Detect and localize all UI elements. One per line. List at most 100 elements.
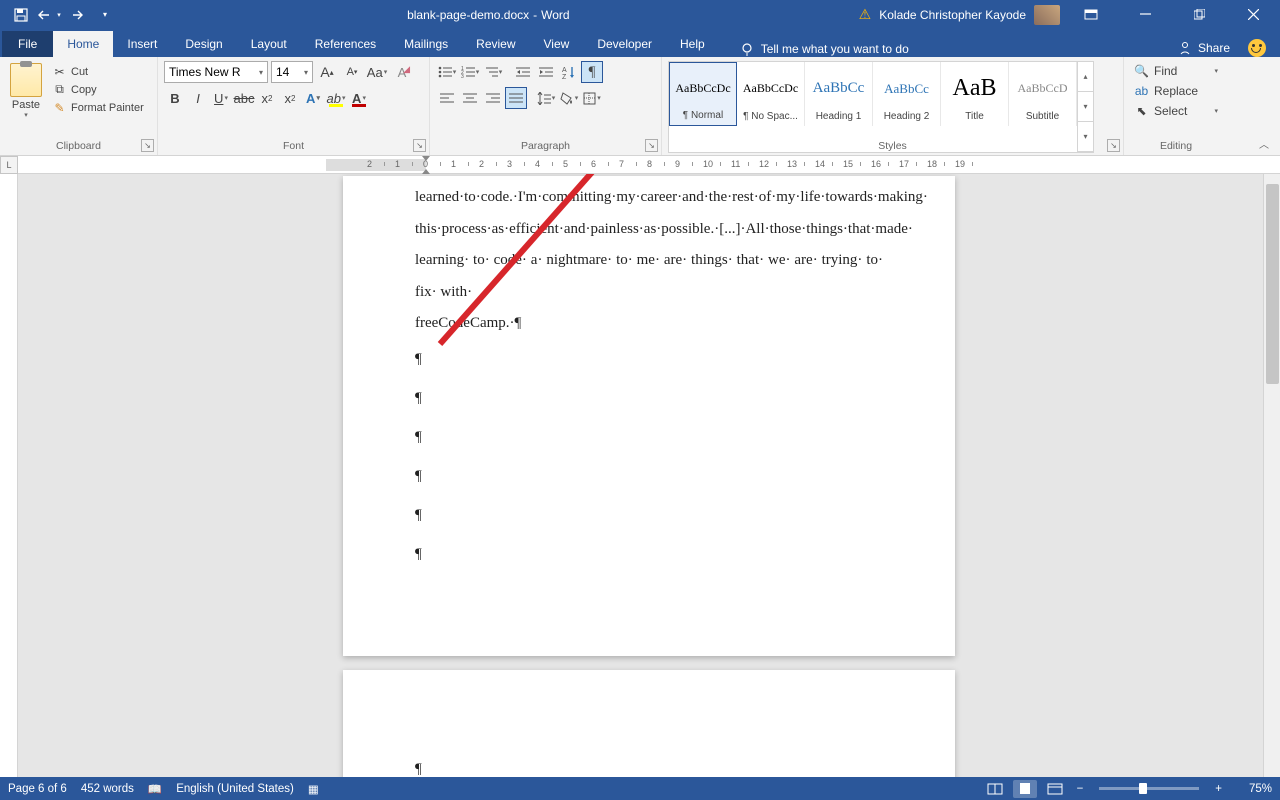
tab-file[interactable]: File (2, 31, 53, 57)
zoom-slider[interactable] (1099, 787, 1199, 790)
replace-button[interactable]: abReplace (1130, 81, 1222, 100)
clipboard-dialog-launcher[interactable]: ↘ (141, 139, 154, 152)
underline-button[interactable]: U▾ (210, 87, 232, 109)
minimize-button[interactable] (1122, 0, 1168, 29)
numbering-button[interactable]: 123▾ (459, 61, 481, 83)
styles-dialog-launcher[interactable]: ↘ (1107, 139, 1120, 152)
text-effects-button[interactable]: A▾ (302, 87, 324, 109)
bullets-button[interactable]: ▾ (436, 61, 458, 83)
close-button[interactable] (1230, 0, 1276, 29)
shrink-font-button[interactable]: A▾ (341, 61, 363, 83)
maximize-button[interactable] (1176, 0, 1222, 29)
style-heading-1[interactable]: AaBbCcHeading 1 (805, 62, 873, 126)
tab-developer[interactable]: Developer (583, 31, 666, 57)
gallery-up[interactable]: ▴ (1078, 62, 1093, 92)
word-count[interactable]: 452 words (81, 783, 134, 795)
style-subtitle[interactable]: AaBbCcDSubtitle (1009, 62, 1077, 126)
tab-view[interactable]: View (530, 31, 584, 57)
feedback-button[interactable] (1248, 39, 1266, 57)
multilevel-list-button[interactable]: ▾ (482, 61, 504, 83)
highlight-button[interactable]: ab▾ (325, 87, 347, 109)
find-button[interactable]: 🔍Find▾ (1130, 61, 1222, 80)
justify-button[interactable] (505, 87, 527, 109)
clear-formatting-button[interactable]: A◢ (391, 61, 413, 83)
paragraph-mark[interactable]: ¶ (415, 457, 883, 496)
spellcheck-icon[interactable]: 📖 (148, 782, 162, 796)
paragraph-dialog-launcher[interactable]: ↘ (645, 139, 658, 152)
doc-line[interactable]: learning· to· code· a· nightmare· to· me… (415, 245, 883, 308)
change-case-button[interactable]: Aa▾ (366, 61, 388, 83)
tab-references[interactable]: References (301, 31, 390, 57)
share-button[interactable]: Share (1178, 41, 1230, 56)
macro-indicator[interactable]: ▦ (308, 782, 319, 796)
align-right-button[interactable] (482, 87, 504, 109)
save-button[interactable] (8, 2, 34, 28)
vertical-ruler[interactable] (0, 174, 18, 797)
subscript-button[interactable]: x2 (256, 87, 278, 109)
superscript-button[interactable]: x2 (279, 87, 301, 109)
undo-button[interactable]: ▾ (36, 2, 62, 28)
decrease-indent-button[interactable] (512, 61, 534, 83)
zoom-level[interactable]: 75% (1232, 783, 1272, 795)
gallery-down[interactable]: ▾ (1078, 92, 1093, 122)
font-color-button[interactable]: A▾ (348, 87, 370, 109)
doc-line[interactable]: freeCodeCamp.·¶ (415, 308, 883, 340)
style---normal[interactable]: AaBbCcDc¶ Normal (669, 62, 737, 126)
tab-help[interactable]: Help (666, 31, 719, 57)
language-indicator[interactable]: English (United States) (176, 783, 294, 795)
italic-button[interactable]: I (187, 87, 209, 109)
bold-button[interactable]: B (164, 87, 186, 109)
web-layout-button[interactable] (1043, 780, 1067, 798)
tab-insert[interactable]: Insert (113, 31, 171, 57)
shading-button[interactable]: ▾ (558, 87, 580, 109)
font-name-combo[interactable]: Times New R▾ (164, 61, 268, 83)
zoom-slider-thumb[interactable] (1139, 783, 1147, 794)
style-heading-2[interactable]: AaBbCcHeading 2 (873, 62, 941, 126)
grow-font-button[interactable]: A▴ (316, 61, 338, 83)
zoom-out-button[interactable]: − (1073, 783, 1088, 795)
style-title[interactable]: AaBTitle (941, 62, 1009, 126)
tab-selector[interactable]: L (0, 156, 18, 174)
font-size-combo[interactable]: 14▾ (271, 61, 313, 83)
ribbon-display-options[interactable] (1068, 0, 1114, 29)
redo-button[interactable] (64, 2, 90, 28)
select-button[interactable]: ⬉Select▾ (1130, 101, 1222, 120)
tell-me[interactable]: Tell me what you want to do (729, 41, 919, 57)
print-layout-button[interactable] (1013, 780, 1037, 798)
paragraph-mark[interactable]: ¶ (415, 496, 883, 535)
collapse-ribbon-button[interactable]: ︿ (1254, 135, 1274, 151)
vertical-scrollbar[interactable] (1263, 174, 1280, 797)
doc-line[interactable]: this·process·as·efficient·and·painless·a… (415, 214, 883, 246)
tab-layout[interactable]: Layout (237, 31, 301, 57)
font-dialog-launcher[interactable]: ↘ (413, 139, 426, 152)
cut-button[interactable]: ✂Cut (48, 63, 148, 80)
doc-line[interactable]: learned·to·code.·I'm·committing·my·caree… (415, 182, 883, 214)
strikethrough-button[interactable]: abc (233, 87, 255, 109)
format-painter-button[interactable]: ✎Format Painter (48, 99, 148, 116)
scrollbar-thumb[interactable] (1266, 184, 1279, 384)
borders-button[interactable]: ▾ (581, 87, 603, 109)
paragraph-mark[interactable]: ¶ (415, 340, 883, 379)
tab-review[interactable]: Review (462, 31, 529, 57)
tab-design[interactable]: Design (171, 31, 236, 57)
align-left-button[interactable] (436, 87, 458, 109)
tab-home[interactable]: Home (53, 31, 113, 57)
style---no-spac---[interactable]: AaBbCcDc¶ No Spac... (737, 62, 805, 126)
horizontal-ruler[interactable]: 21012345678910111213141516171819 (18, 156, 1280, 174)
paragraph-mark[interactable]: ¶ (415, 379, 883, 418)
user-avatar[interactable] (1034, 5, 1060, 25)
page-indicator[interactable]: Page 6 of 6 (8, 783, 67, 795)
qat-customize[interactable]: ▾ (92, 2, 118, 28)
align-center-button[interactable] (459, 87, 481, 109)
document-scroll[interactable]: learned·to·code.·I'm·committing·my·caree… (18, 174, 1280, 797)
increase-indent-button[interactable] (535, 61, 557, 83)
paragraph-mark[interactable]: ¶ (415, 535, 883, 574)
page-6[interactable]: learned·to·code.·I'm·committing·my·caree… (343, 176, 955, 656)
tab-mailings[interactable]: Mailings (390, 31, 462, 57)
sort-button[interactable]: AZ (558, 61, 580, 83)
show-hide-paragraph-marks-button[interactable]: ¶ (581, 61, 603, 83)
zoom-in-button[interactable]: + (1211, 783, 1226, 795)
read-mode-button[interactable] (983, 780, 1007, 798)
copy-button[interactable]: ⧉Copy (48, 81, 148, 98)
line-spacing-button[interactable]: ▾ (535, 87, 557, 109)
